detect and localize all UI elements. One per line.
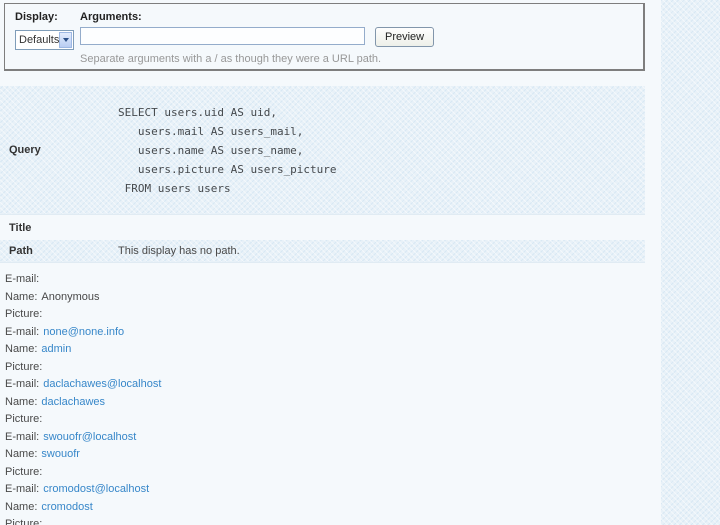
chevron-down-icon[interactable]: [59, 32, 72, 48]
field-line-name: Name: swouofr: [5, 448, 80, 460]
field-line-email: E-mail: cromodost@localhost: [5, 483, 150, 495]
user-link[interactable]: admin: [41, 343, 71, 355]
email-link[interactable]: none@none.info: [43, 326, 124, 338]
field-line-email: E-mail: none@none.info: [5, 325, 125, 338]
arguments-input[interactable]: [80, 27, 365, 45]
path-row: Path This display has no path.: [0, 240, 645, 263]
arguments-row: Preview: [80, 27, 633, 47]
view-info-table: Query SELECT users.uid AS uid, users.mai…: [0, 86, 645, 263]
field-line-name: Name: cromodost: [5, 500, 93, 513]
preview-button[interactable]: Preview: [375, 27, 435, 47]
field-line-email: E-mail:: [5, 273, 40, 285]
display-select-value: Defaults: [19, 34, 60, 46]
field-line-picture: Picture:: [5, 465, 43, 478]
display-column: Display: Defaults: [15, 11, 80, 63]
field-line-email: E-mail: swouofr@localhost: [5, 430, 137, 443]
field-line-picture: Picture:: [5, 518, 43, 525]
field-line-picture: Picture:: [5, 413, 43, 425]
preview-form: Display: Defaults Arguments: Preview Sep…: [4, 3, 645, 71]
arguments-help-text: Separate arguments with a / as though th…: [80, 53, 382, 65]
field-line-name: Name: admin: [5, 343, 72, 355]
content-area: Display: Defaults Arguments: Preview Sep…: [0, 0, 661, 525]
path-label: Path: [9, 245, 33, 257]
title-label: Title: [9, 221, 32, 234]
preview-results: E-mail: Name: Anonymous Picture: E-mail: n…: [0, 263, 661, 525]
arguments-column: Arguments: Preview Separate arguments wi…: [80, 11, 633, 65]
field-line-picture: Picture:: [5, 308, 43, 320]
field-line-picture: Picture:: [5, 360, 43, 373]
display-select[interactable]: Defaults: [15, 30, 74, 50]
field-line-name: Name: daclachawes: [5, 395, 105, 408]
query-row: Query SELECT users.uid AS uid, users.mai…: [0, 86, 645, 215]
field-line-name: Name: Anonymous: [5, 290, 100, 303]
user-link[interactable]: swouofr: [41, 448, 80, 460]
email-link[interactable]: cromodost@localhost: [43, 483, 149, 495]
name-value: Anonymous: [41, 290, 100, 303]
field-line-email: E-mail: daclachawes@localhost: [5, 378, 162, 390]
email-link[interactable]: daclachawes@localhost: [43, 378, 161, 390]
user-link[interactable]: cromodost: [41, 501, 92, 513]
query-label: Query: [9, 144, 41, 156]
display-label: Display:: [15, 11, 58, 23]
views-preview-page: Display: Defaults Arguments: Preview Sep…: [0, 0, 720, 525]
title-row: Title: [0, 215, 645, 240]
path-value: This display has no path.: [118, 245, 240, 257]
arguments-label: Arguments:: [80, 11, 142, 23]
user-link[interactable]: daclachawes: [41, 396, 105, 408]
query-sql: SELECT users.uid AS uid, users.mail AS u…: [118, 105, 337, 195]
email-link[interactable]: swouofr@localhost: [43, 431, 136, 443]
page-background-band: [661, 0, 720, 525]
